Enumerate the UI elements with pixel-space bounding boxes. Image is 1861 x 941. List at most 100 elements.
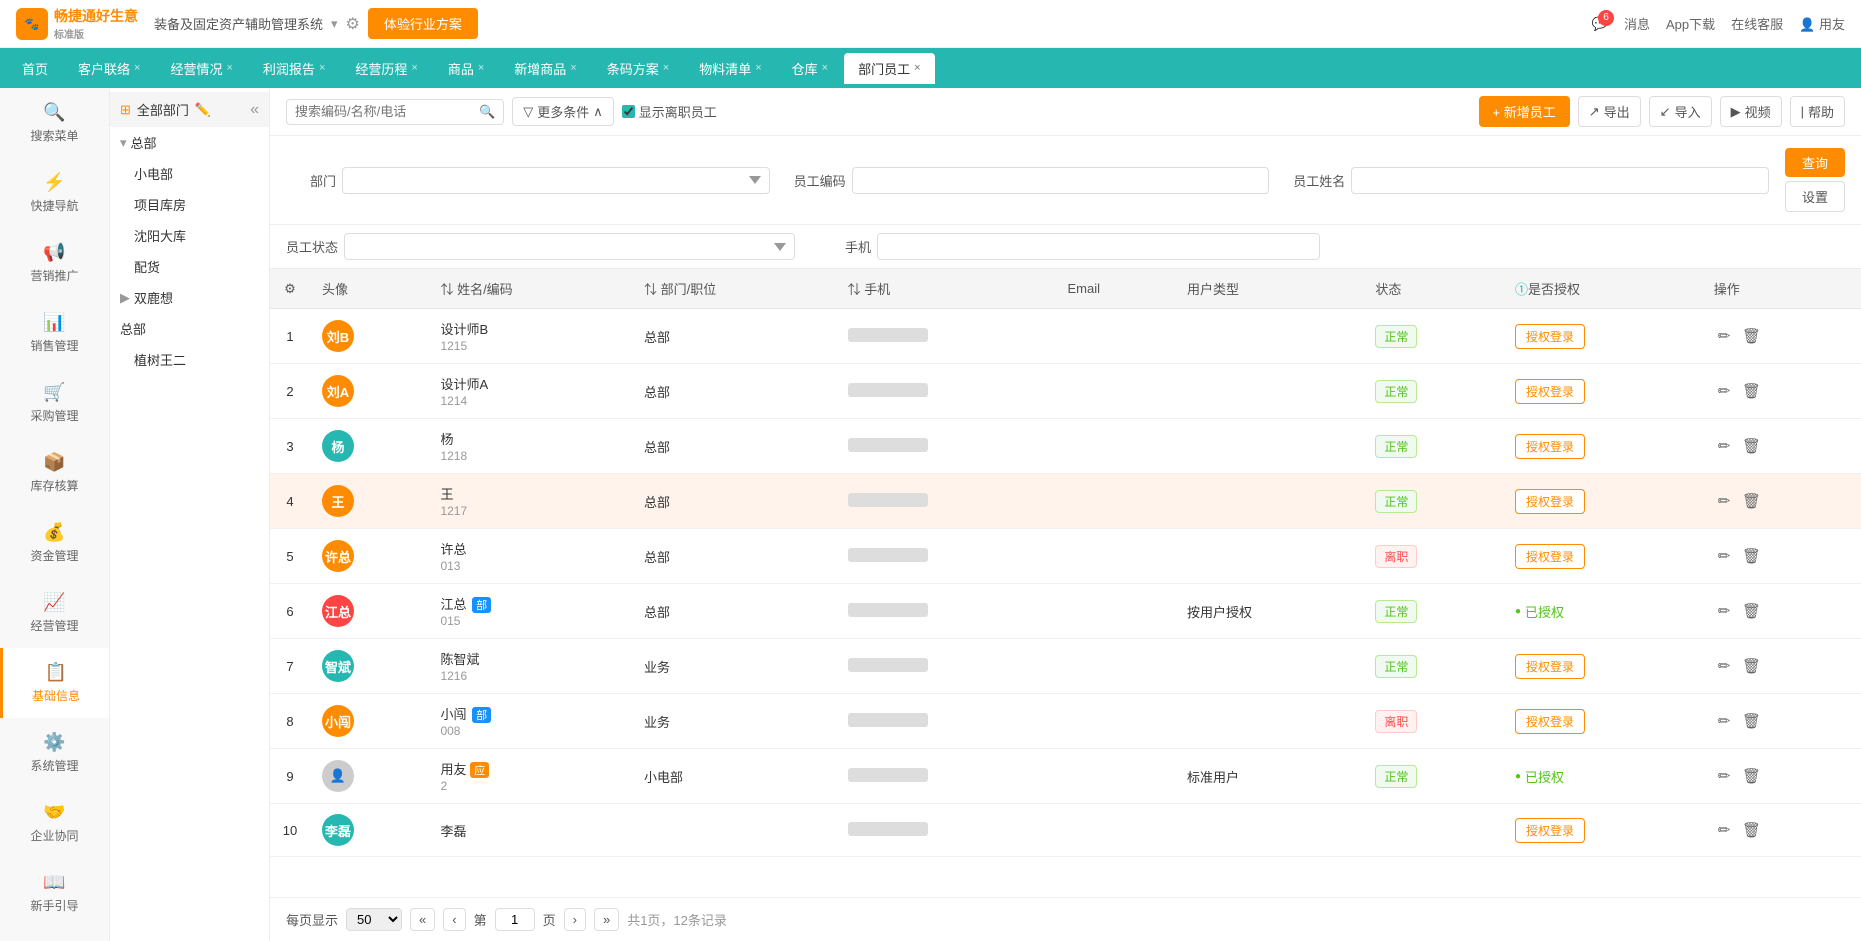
edit-btn[interactable]: ✏ [1714,435,1735,457]
edit-btn[interactable]: ✏ [1714,490,1735,512]
edit-btn[interactable]: ✏ [1714,380,1735,402]
dept-item-distribution[interactable]: 配货 [110,251,269,282]
export-btn[interactable]: ↗ 导出 [1578,96,1641,127]
nav-item-quick[interactable]: ⚡ 快捷导航 [0,158,109,228]
dept-item-zhishu[interactable]: 植树王二 [110,344,269,375]
auth-btn[interactable]: 授权登录 [1515,434,1585,459]
query-btn[interactable]: 查询 [1785,148,1845,177]
help-btn[interactable]: | 帮助 [1790,96,1845,127]
tab-new-goods[interactable]: 新增商品 × [500,53,590,84]
last-page-btn[interactable]: » [594,908,619,931]
nav-item-marketing[interactable]: 📢 营销推广 [0,228,109,298]
nav-item-inventory[interactable]: 📦 库存核算 [0,438,109,508]
nav-item-sales[interactable]: 📊 销售管理 [0,298,109,368]
online-service-link[interactable]: 在线客服 [1731,14,1783,33]
delete-btn[interactable]: 🗑 [1738,435,1765,457]
nav-item-search[interactable]: 🔍 搜索菜单 [0,88,109,158]
delete-btn[interactable]: 🗑 [1738,765,1765,787]
dept-item-label: 总部 [131,133,157,152]
auth-btn[interactable]: 授权登录 [1515,544,1585,569]
user-avatar[interactable]: 👤 用友 [1799,14,1845,33]
col-settings[interactable]: ⚙ [270,269,310,309]
dept-all-label[interactable]: 全部部门 [137,100,189,119]
emp-code-input[interactable] [852,167,1270,194]
row-avatar: 小闯 [310,694,428,749]
delete-btn[interactable]: 🗑 [1738,325,1765,347]
delete-btn[interactable]: 🗑 [1738,545,1765,567]
settings-icon[interactable]: ⚙ [346,14,360,34]
dropdown-icon[interactable]: ▾ [331,16,338,32]
edit-btn[interactable]: ✏ [1714,819,1735,841]
tab-barcode[interactable]: 条码方案 × [593,53,683,84]
edit-btn[interactable]: ✏ [1714,710,1735,732]
nav-item-finance[interactable]: 💰 资金管理 [0,508,109,578]
col-phone[interactable]: ⇅ 手机 [836,269,1056,309]
dept-item-shenyang[interactable]: 沈阳大库 [110,220,269,251]
edit-btn[interactable]: ✏ [1714,545,1735,567]
more-filter-btn[interactable]: ▽ 更多条件 ∧ [512,97,614,126]
delete-btn[interactable]: 🗑 [1738,655,1765,677]
phone-input[interactable] [877,233,1320,260]
trial-button[interactable]: 体验行业方案 [368,8,478,39]
auth-btn[interactable]: 授权登录 [1515,709,1585,734]
prev-page-btn[interactable]: ‹ [443,908,465,931]
auth-btn[interactable]: 授权登录 [1515,818,1585,843]
auth-btn[interactable]: 授权登录 [1515,654,1585,679]
nav-item-management[interactable]: 📈 经营管理 [0,578,109,648]
edit-btn[interactable]: ✏ [1714,600,1735,622]
tab-history[interactable]: 经营历程 × [341,53,431,84]
add-employee-btn[interactable]: + 新增员工 [1479,96,1570,127]
view-btn[interactable]: ▶ 视频 [1720,96,1782,127]
dept-item-shuanglu[interactable]: ▶ 双鹿想 [110,282,269,313]
import-btn[interactable]: ↙ 导入 [1649,96,1712,127]
tab-home[interactable]: 首页 [8,53,62,84]
page-input[interactable] [495,908,535,931]
edit-btn[interactable]: ✏ [1714,325,1735,347]
nav-item-basic[interactable]: 📋 基础信息 [0,648,109,718]
row-status [1363,804,1503,857]
dept-item-headquarters2[interactable]: 总部 [110,313,269,344]
delete-btn[interactable]: 🗑 [1738,380,1765,402]
col-dept[interactable]: ⇅ 部门/职位 [632,269,836,309]
tab-warehouse[interactable]: 仓库 × [778,53,842,84]
search-icon-btn[interactable]: 🔍 [479,104,495,120]
nav-item-system[interactable]: ⚙️ 系统管理 [0,718,109,788]
set-btn[interactable]: 设置 [1785,181,1845,212]
dept-edit-icon[interactable]: ✏️ [195,102,211,118]
msg-label[interactable]: 消息 [1624,14,1650,33]
delete-btn[interactable]: 🗑 [1738,710,1765,732]
dept-item-project[interactable]: 项目库房 [110,189,269,220]
tab-profit[interactable]: 利润报告 × [249,53,339,84]
per-page-select[interactable]: 50 100 200 [346,908,402,931]
emp-name-input[interactable] [1351,167,1769,194]
app-download-link[interactable]: App下载 [1666,14,1715,33]
tab-department[interactable]: 部门员工 × [844,53,934,84]
delete-btn[interactable]: 🗑 [1738,819,1765,841]
dept-item-xiaodibu[interactable]: 小电部 [110,158,269,189]
delete-btn[interactable]: 🗑 [1738,490,1765,512]
nav-item-purchase[interactable]: 🛒 采购管理 [0,368,109,438]
tab-goods[interactable]: 商品 × [434,53,498,84]
next-page-btn[interactable]: › [564,908,586,931]
auth-btn[interactable]: 授权登录 [1515,324,1585,349]
dept-filter-select[interactable] [342,167,770,194]
edit-btn[interactable]: ✏ [1714,655,1735,677]
auth-btn[interactable]: 授权登录 [1515,379,1585,404]
nav-item-collab[interactable]: 🤝 企业协同 [0,788,109,858]
nav-item-guide[interactable]: 📖 新手引导 [0,858,109,928]
search-input[interactable] [295,104,475,119]
edit-btn[interactable]: ✏ [1714,765,1735,787]
delete-btn[interactable]: 🗑 [1738,600,1765,622]
tab-operation[interactable]: 经营情况 × [156,53,246,84]
tab-bom[interactable]: 物料清单 × [685,53,775,84]
dept-item-headquarters-main[interactable]: ▾ 总部 [110,127,269,158]
first-page-btn[interactable]: « [410,908,435,931]
emp-status-select[interactable] [344,233,795,260]
dept-collapse-btn[interactable]: « [250,101,259,119]
auth-btn[interactable]: 授权登录 [1515,489,1585,514]
col-name[interactable]: ⇅ 姓名/编码 [428,269,632,309]
show-resigned-checkbox[interactable]: 显示离职员工 [622,102,717,121]
resigned-checkbox-input[interactable] [622,105,635,118]
message-icon[interactable]: 💬 6 [1592,16,1608,32]
tab-customer[interactable]: 客户联络 × [64,53,154,84]
